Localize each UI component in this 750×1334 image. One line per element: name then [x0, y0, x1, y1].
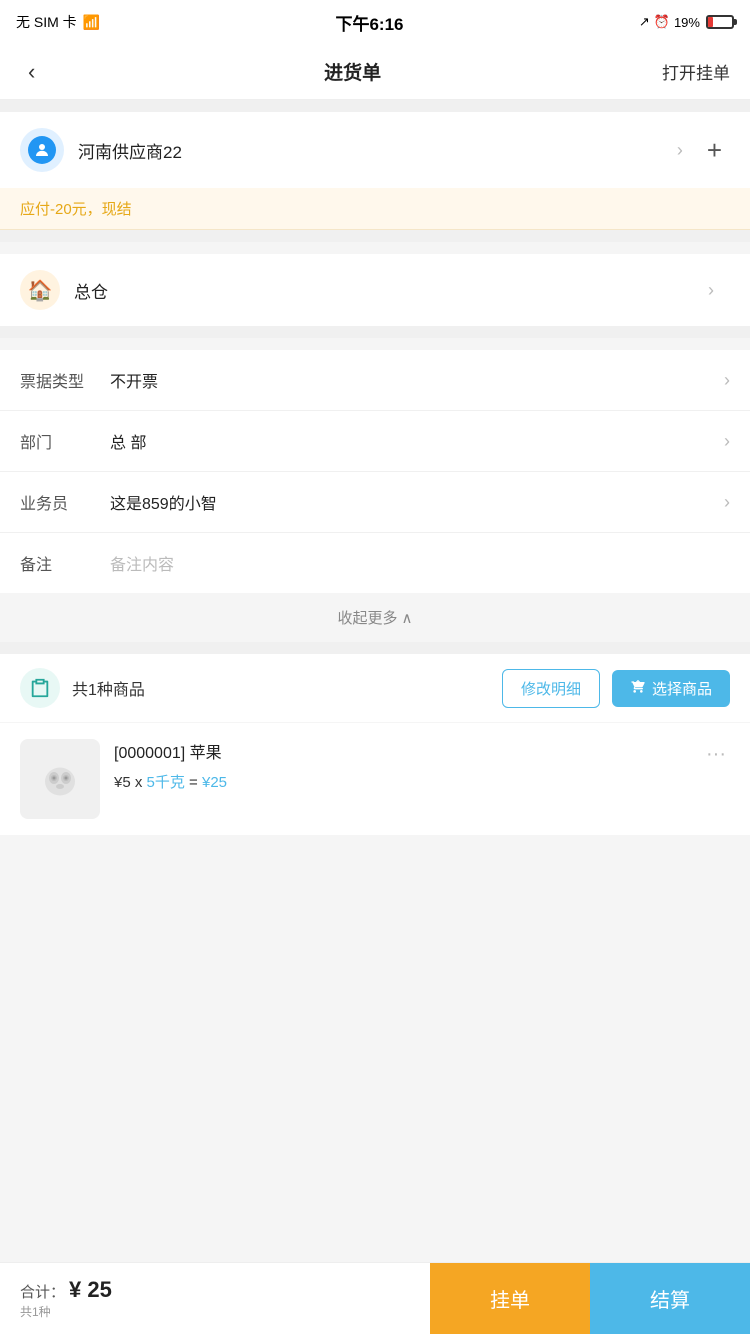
salesperson-value: 这是859的小智: [110, 490, 724, 514]
bottom-bar: 合计： ¥ 25 共1种 挂单 结算: [0, 1262, 750, 1334]
alarm-icon: ⏰: [654, 14, 670, 30]
product-name: [0000001] 苹果: [114, 739, 688, 763]
salesperson-label: 业务员: [20, 490, 110, 514]
supplier-chevron-icon: ›: [677, 140, 683, 161]
supplier-name: 河南供应商22: [78, 138, 677, 163]
collapse-row[interactable]: 收起更多 ∧: [0, 593, 750, 642]
warehouse-icon: 🏠: [20, 270, 60, 310]
hang-order-button[interactable]: 挂单: [430, 1263, 590, 1334]
payment-notice: 应付-20元，现结: [0, 188, 750, 230]
product-card: [0000001] 苹果 ¥5 x 5千克 = ¥25 ···: [0, 723, 750, 835]
battery-fill: [708, 17, 713, 27]
total-count: 共1种: [20, 1303, 410, 1320]
add-supplier-button[interactable]: +: [699, 131, 730, 170]
remark-value: 备注内容: [110, 551, 730, 575]
total-section: 合计： ¥ 25 共1种: [0, 1263, 430, 1334]
total-label: 合计：: [20, 1281, 65, 1302]
checkout-button[interactable]: 结算: [590, 1263, 750, 1334]
status-right: ↗ ⏰ 19%: [639, 14, 734, 30]
carrier-text: 无 SIM 卡: [16, 12, 77, 32]
department-label: 部门: [20, 429, 110, 453]
product-bag-icon: [20, 668, 60, 708]
salesperson-row[interactable]: 业务员 这是859的小智 ›: [0, 472, 750, 533]
product-count-label: 共1种商品: [72, 676, 490, 700]
quantity: 5千克: [147, 774, 185, 791]
supplier-avatar: [20, 128, 64, 172]
product-code: [0000001]: [114, 745, 190, 762]
supplier-section: 河南供应商22 › + 应付-20元，现结: [0, 112, 750, 230]
invoice-type-chevron-icon: ›: [724, 370, 730, 391]
battery-icon: [706, 15, 734, 29]
divider-3: [0, 326, 750, 338]
collapse-label: 收起更多: [338, 607, 398, 628]
select-product-button[interactable]: 选择商品: [612, 670, 730, 707]
page-title: 进货单: [324, 58, 381, 85]
product-more-button[interactable]: ···: [702, 739, 730, 770]
divider-2: [0, 230, 750, 242]
open-hang-button[interactable]: 打开挂单: [662, 59, 730, 84]
product-thumbnail: [20, 739, 100, 819]
nav-bar: ‹ 进货单 打开挂单: [0, 44, 750, 100]
department-row[interactable]: 部门 总 部 ›: [0, 411, 750, 472]
invoice-type-row[interactable]: 票据类型 不开票 ›: [0, 350, 750, 411]
select-product-label: 选择商品: [652, 678, 712, 699]
bottom-spacer: [0, 835, 750, 907]
total-amount: ¥ 25: [69, 1277, 112, 1303]
product-price: ¥5 x 5千克 = ¥25: [114, 771, 688, 792]
warehouse-row[interactable]: 🏠 总仓 ›: [0, 254, 750, 326]
line-total: ¥25: [202, 774, 227, 791]
product-info: [0000001] 苹果 ¥5 x 5千克 = ¥25: [114, 739, 688, 792]
back-button[interactable]: ‹: [20, 51, 43, 93]
invoice-type-label: 票据类型: [20, 368, 110, 392]
product-header: 共1种商品 修改明细 选择商品: [0, 654, 750, 722]
status-time: 下午6:16: [335, 10, 403, 35]
department-chevron-icon: ›: [724, 431, 730, 452]
edit-detail-button[interactable]: 修改明细: [502, 669, 600, 708]
remark-row[interactable]: 备注 备注内容: [0, 533, 750, 593]
avatar-icon: [28, 136, 56, 164]
invoice-type-value: 不开票: [110, 368, 724, 392]
status-left: 无 SIM 卡 📶: [16, 12, 100, 32]
wifi-icon: 📶: [83, 14, 100, 31]
warehouse-name: 总仓: [74, 278, 708, 303]
unit-price: ¥5 x: [114, 774, 147, 791]
supplier-row[interactable]: 河南供应商22 › +: [0, 112, 750, 188]
warehouse-chevron-icon: ›: [708, 280, 714, 301]
form-section: 票据类型 不开票 › 部门 总 部 › 业务员 这是859的小智 › 备注 备注…: [0, 350, 750, 593]
cart-icon: [630, 678, 646, 698]
department-value: 总 部: [110, 429, 724, 453]
salesperson-chevron-icon: ›: [724, 492, 730, 513]
product-title: 苹果: [190, 745, 222, 762]
equals-sign: =: [189, 774, 202, 791]
battery-percent: 19%: [674, 15, 700, 30]
divider-4: [0, 642, 750, 654]
divider-1: [0, 100, 750, 112]
remark-label: 备注: [20, 551, 110, 575]
location-icon: ↗: [639, 14, 650, 30]
status-bar: 无 SIM 卡 📶 下午6:16 ↗ ⏰ 19%: [0, 0, 750, 44]
collapse-icon: ∧: [402, 609, 413, 627]
